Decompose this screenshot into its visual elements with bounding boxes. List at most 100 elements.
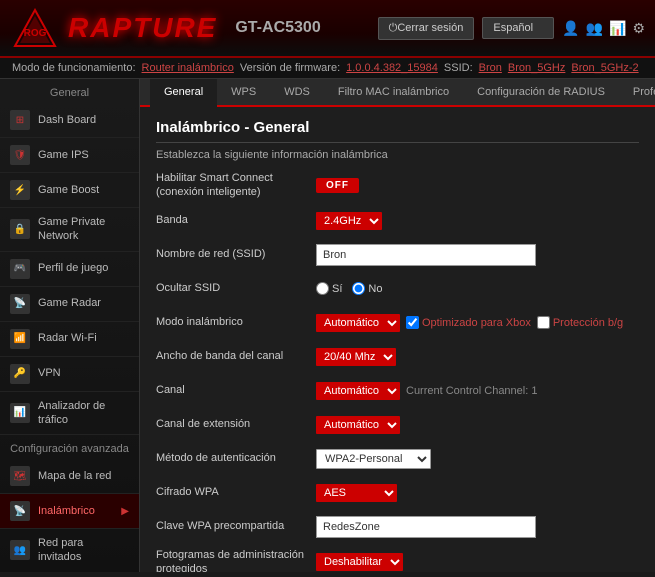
sidebar-item-dashboard[interactable]: ⊞ Dash Board bbox=[0, 103, 139, 138]
cifrado-select[interactable]: AES TKIP AES+TKIP bbox=[316, 484, 397, 502]
ssid-link-2[interactable]: Bron_5GHz bbox=[508, 62, 565, 74]
autenticacion-select[interactable]: WPA2-Personal WPA-Personal WPA2-Enterpri… bbox=[316, 449, 431, 469]
label-modo-inalambrico: Modo inalámbrico bbox=[156, 315, 316, 329]
invitados-icon: 👥 bbox=[10, 540, 30, 560]
form-row-autenticacion: Método de autenticación WPA2-Personal WP… bbox=[156, 446, 639, 472]
ssid-label: SSID: bbox=[444, 62, 473, 74]
proteccion-checkbox[interactable] bbox=[537, 316, 550, 329]
sidebar-label-dashboard: Dash Board bbox=[38, 113, 96, 127]
main-layout: General ⊞ Dash Board 🛡 Game IPS ⚡ Game B… bbox=[0, 79, 655, 572]
label-canal: Canal bbox=[156, 383, 316, 397]
label-fotogramas: Fotogramas de administración protegidos bbox=[156, 548, 316, 572]
proteccion-checkbox-label[interactable]: Protección b/g bbox=[537, 316, 623, 329]
sidebar-item-radarwifi[interactable]: 📶 Radar Wi-Fi bbox=[0, 322, 139, 357]
dashboard-icon: ⊞ bbox=[10, 110, 30, 130]
ssid-input[interactable] bbox=[316, 244, 536, 266]
label-banda: Banda bbox=[156, 213, 316, 227]
sidebar-item-gameprivate[interactable]: 🔒 Game Private Network bbox=[0, 208, 139, 252]
ocultar-si-label[interactable]: Sí bbox=[316, 282, 342, 295]
cerrar-sesion-button[interactable]: ⏻Cerrar sesión bbox=[378, 17, 475, 40]
brand-name: RAPTURE bbox=[68, 12, 217, 44]
ocultar-no-radio[interactable] bbox=[352, 282, 365, 295]
modo-label: Modo de funcionamiento: bbox=[12, 62, 136, 74]
sidebar-label-gameprivate: Game Private Network bbox=[38, 215, 129, 244]
modo-select[interactable]: Automático N only AC only bbox=[316, 314, 400, 332]
sidebar-section-general: General bbox=[0, 79, 139, 103]
sidebar-label-gameradar: Game Radar bbox=[38, 296, 101, 310]
sidebar-section-avanzada: Configuración avanzada bbox=[0, 435, 139, 459]
sidebar-item-vpn[interactable]: 🔑 VPN bbox=[0, 357, 139, 392]
sidebar-label-vpn: VPN bbox=[38, 366, 61, 380]
tab-wds[interactable]: WDS bbox=[270, 79, 324, 107]
form-row-fotogramas: Fotogramas de administración protegidos … bbox=[156, 548, 639, 572]
firmware-link[interactable]: 1.0.0.4.382_15984 bbox=[346, 62, 438, 74]
fotogramas-select[interactable]: Deshabilitar Habilitar Capaz bbox=[316, 553, 403, 571]
router-link[interactable]: Router inalámbrico bbox=[142, 62, 234, 74]
sidebar-item-gameboost[interactable]: ⚡ Game Boost bbox=[0, 173, 139, 208]
ancho-select[interactable]: 20/40 Mhz 20 Mhz 40 Mhz bbox=[316, 348, 396, 366]
mapa-icon: 🗺 bbox=[10, 466, 30, 486]
tab-general[interactable]: General bbox=[150, 79, 217, 107]
chart-icon[interactable]: 📊 bbox=[609, 20, 626, 37]
ocultar-no-label[interactable]: No bbox=[352, 282, 382, 295]
users-icon[interactable]: 👥 bbox=[586, 20, 603, 37]
xbox-checkbox[interactable] bbox=[406, 316, 419, 329]
logo-area: ROG RAPTURE GT-AC5300 bbox=[10, 8, 321, 48]
ssid-link-3[interactable]: Bron_5GHz-2 bbox=[571, 62, 638, 74]
tab-radius[interactable]: Configuración de RADIUS bbox=[463, 79, 619, 107]
form-row-clave: Clave WPA precompartida bbox=[156, 514, 639, 540]
language-button[interactable]: Español bbox=[482, 17, 554, 39]
control-banda: 2.4GHz 5GHz-1 5GHz-2 bbox=[316, 212, 639, 230]
inalambrico-arrow: ▶ bbox=[121, 506, 129, 517]
info-bar: Modo de funcionamiento: Router inalámbri… bbox=[0, 58, 655, 79]
content-body: Inalámbrico - General Establezca la sigu… bbox=[140, 107, 655, 572]
label-cifrado: Cifrado WPA bbox=[156, 485, 316, 499]
canal-select[interactable]: Automático 1 2 3 bbox=[316, 382, 400, 400]
sidebar-label-gameboost: Game Boost bbox=[38, 183, 99, 197]
tab-filtro-mac[interactable]: Filtro MAC inalámbrico bbox=[324, 79, 463, 107]
gameips-icon: 🛡 bbox=[10, 145, 30, 165]
sidebar: General ⊞ Dash Board 🛡 Game IPS ⚡ Game B… bbox=[0, 79, 140, 572]
sidebar-item-perfil[interactable]: 🎮 Perfil de juego bbox=[0, 252, 139, 287]
sidebar-label-inalambrico: Inalámbrico bbox=[38, 504, 95, 518]
sidebar-item-mapa[interactable]: 🗺 Mapa de la red bbox=[0, 459, 139, 494]
sidebar-item-gameradar[interactable]: 📡 Game Radar bbox=[0, 287, 139, 322]
control-autenticacion: WPA2-Personal WPA-Personal WPA2-Enterpri… bbox=[316, 449, 639, 469]
canal-ext-select[interactable]: Automático Superior Inferior bbox=[316, 416, 400, 434]
canal-info: Current Control Channel: 1 bbox=[406, 385, 537, 397]
banda-select[interactable]: 2.4GHz 5GHz-1 5GHz-2 bbox=[316, 212, 382, 230]
header-icons: 👤 👥 📊 ⚙ bbox=[562, 20, 645, 37]
tab-professional[interactable]: Professional bbox=[619, 79, 655, 107]
vpn-icon: 🔑 bbox=[10, 364, 30, 384]
control-ocultar: Sí No bbox=[316, 282, 639, 295]
label-clave: Clave WPA precompartida bbox=[156, 519, 316, 533]
sidebar-item-inalambrico[interactable]: 📡 Inalámbrico ▶ bbox=[0, 494, 139, 529]
smartconnect-toggle[interactable]: OFF bbox=[316, 178, 359, 193]
rog-logo: ROG bbox=[10, 8, 60, 48]
form-row-cifrado: Cifrado WPA AES TKIP AES+TKIP bbox=[156, 480, 639, 506]
svg-text:ROG: ROG bbox=[24, 28, 47, 39]
sidebar-item-gameips[interactable]: 🛡 Game IPS bbox=[0, 138, 139, 173]
clave-input[interactable] bbox=[316, 516, 536, 538]
tab-wps[interactable]: WPS bbox=[217, 79, 270, 107]
label-smartconnect: Habilitar Smart Connect (conexión inteli… bbox=[156, 171, 316, 200]
settings-icon[interactable]: ⚙ bbox=[632, 20, 645, 37]
label-ocultar: Ocultar SSID bbox=[156, 281, 316, 295]
sidebar-item-invitados[interactable]: 👥 Red para invitados bbox=[0, 529, 139, 572]
ocultar-si-radio[interactable] bbox=[316, 282, 329, 295]
control-canal-ext: Automático Superior Inferior bbox=[316, 416, 639, 434]
user-icon[interactable]: 👤 bbox=[562, 20, 579, 37]
label-ancho: Ancho de banda del canal bbox=[156, 349, 316, 363]
inalambrico-icon: 📡 bbox=[10, 501, 30, 521]
tabs-bar: General WPS WDS Filtro MAC inalámbrico C… bbox=[140, 79, 655, 107]
firmware-label: Versión de firmware: bbox=[240, 62, 340, 74]
trafico-icon: 📊 bbox=[10, 403, 30, 423]
control-cifrado: AES TKIP AES+TKIP bbox=[316, 484, 639, 502]
ssid-link-1[interactable]: Bron bbox=[479, 62, 502, 74]
sidebar-label-invitados: Red para invitados bbox=[38, 536, 129, 565]
xbox-checkbox-label[interactable]: Optimizado para Xbox bbox=[406, 316, 531, 329]
form-row-banda: Banda 2.4GHz 5GHz-1 5GHz-2 bbox=[156, 208, 639, 234]
gameradar-icon: 📡 bbox=[10, 294, 30, 314]
sidebar-item-trafico[interactable]: 📊 Analizador de tráfico bbox=[0, 392, 139, 436]
label-autenticacion: Método de autenticación bbox=[156, 451, 316, 465]
